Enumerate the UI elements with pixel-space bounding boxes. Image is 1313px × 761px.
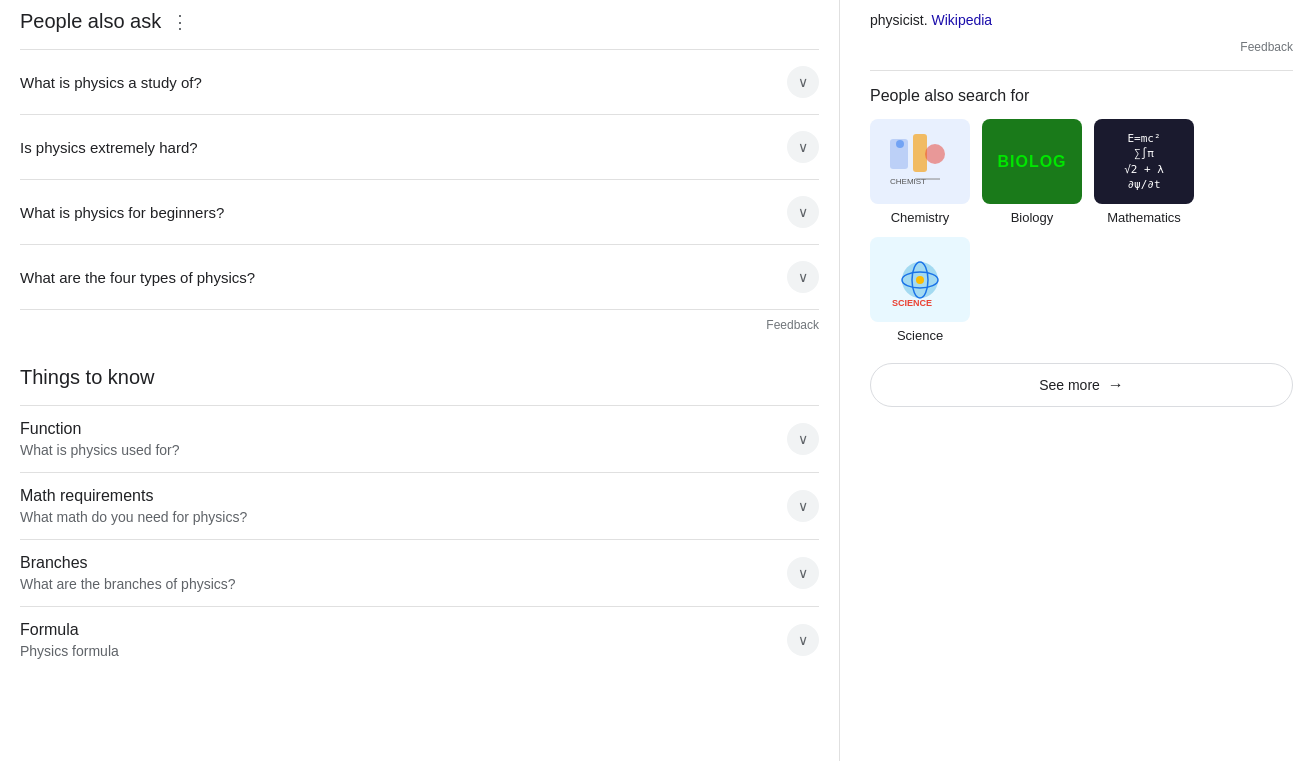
faq-list: What is physics a study of? ∨ Is physics…: [20, 49, 819, 310]
know-item-text: Formula Physics formula: [20, 621, 119, 659]
see-more-button[interactable]: See more →: [870, 363, 1293, 407]
know-item-subtitle: Physics formula: [20, 643, 119, 659]
know-item[interactable]: Math requirements What math do you need …: [20, 472, 819, 539]
faq-question: Is physics extremely hard?: [20, 139, 198, 156]
things-to-know-section: Things to know Function What is physics …: [20, 366, 819, 673]
see-more-label: See more: [1039, 377, 1100, 393]
chevron-button[interactable]: ∨: [787, 196, 819, 228]
know-item[interactable]: Branches What are the branches of physic…: [20, 539, 819, 606]
card-image: BIOLOG: [982, 119, 1082, 204]
svg-rect-1: [913, 134, 927, 172]
right-top-text: physicist. Wikipedia: [870, 10, 1293, 28]
faq-question: What are the four types of physics?: [20, 269, 255, 286]
card-label: Biology: [1011, 210, 1054, 225]
faq-item[interactable]: What is physics a study of? ∨: [20, 49, 819, 114]
card-image: E=mc²∑∫π√2 + λ∂ψ/∂t: [1094, 119, 1194, 204]
divider: [870, 70, 1293, 71]
card-label: Science: [897, 328, 943, 343]
card-label: Chemistry: [891, 210, 950, 225]
know-chevron-button[interactable]: ∨: [787, 490, 819, 522]
know-item-text: Branches What are the branches of physic…: [20, 554, 236, 592]
faq-item[interactable]: Is physics extremely hard? ∨: [20, 114, 819, 179]
people-also-ask-title: People also ask: [20, 10, 161, 33]
more-options-icon[interactable]: ⋮: [171, 11, 189, 33]
know-item-subtitle: What are the branches of physics?: [20, 576, 236, 592]
faq-item[interactable]: What are the four types of physics? ∨: [20, 244, 819, 310]
search-card[interactable]: CHEMIST Chemistry: [870, 119, 970, 225]
know-item-subtitle: What math do you need for physics?: [20, 509, 247, 525]
know-item[interactable]: Formula Physics formula ∨: [20, 606, 819, 673]
card-image: CHEMIST: [870, 119, 970, 204]
svg-point-2: [925, 144, 945, 164]
know-chevron-button[interactable]: ∨: [787, 557, 819, 589]
know-item-subtitle: What is physics used for?: [20, 442, 180, 458]
chevron-button[interactable]: ∨: [787, 66, 819, 98]
search-card[interactable]: BIOLOG Biology: [982, 119, 1082, 225]
also-search-section: People also search for CHEMIST Chemistry…: [870, 87, 1293, 407]
know-chevron-button[interactable]: ∨: [787, 624, 819, 656]
card-label: Mathematics: [1107, 210, 1181, 225]
faq-question: What is physics for beginners?: [20, 204, 224, 221]
arrow-right-icon: →: [1108, 376, 1124, 394]
svg-point-4: [896, 140, 904, 148]
faq-item[interactable]: What is physics for beginners? ∨: [20, 179, 819, 244]
know-item-text: Math requirements What math do you need …: [20, 487, 247, 525]
know-item-title: Branches: [20, 554, 236, 572]
left-feedback[interactable]: Feedback: [20, 310, 819, 336]
people-also-ask-header: People also ask ⋮: [20, 10, 819, 33]
know-chevron-button[interactable]: ∨: [787, 423, 819, 455]
right-panel: physicist. Wikipedia Feedback People als…: [840, 0, 1313, 761]
know-item-title: Math requirements: [20, 487, 247, 505]
search-card[interactable]: SCIENCE Science: [870, 237, 970, 343]
also-search-title: People also search for: [870, 87, 1293, 105]
card-image: SCIENCE: [870, 237, 970, 322]
know-list: Function What is physics used for? ∨ Mat…: [20, 405, 819, 673]
chevron-button[interactable]: ∨: [787, 261, 819, 293]
chevron-button[interactable]: ∨: [787, 131, 819, 163]
svg-point-9: [916, 276, 924, 284]
know-item-title: Formula: [20, 621, 119, 639]
svg-text:CHEMIST: CHEMIST: [890, 177, 926, 186]
know-item-text: Function What is physics used for?: [20, 420, 180, 458]
right-feedback[interactable]: Feedback: [870, 32, 1293, 62]
know-item-title: Function: [20, 420, 180, 438]
know-item[interactable]: Function What is physics used for? ∨: [20, 405, 819, 472]
things-to-know-title: Things to know: [20, 366, 819, 389]
search-card[interactable]: E=mc²∑∫π√2 + λ∂ψ/∂t Mathematics: [1094, 119, 1194, 225]
faq-question: What is physics a study of?: [20, 74, 202, 91]
wikipedia-link[interactable]: Wikipedia: [931, 12, 992, 28]
svg-text:SCIENCE: SCIENCE: [892, 298, 932, 308]
search-cards: CHEMIST Chemistry BIOLOG Biology E=mc²∑∫…: [870, 119, 1293, 343]
left-panel: People also ask ⋮ What is physics a stud…: [0, 0, 840, 761]
